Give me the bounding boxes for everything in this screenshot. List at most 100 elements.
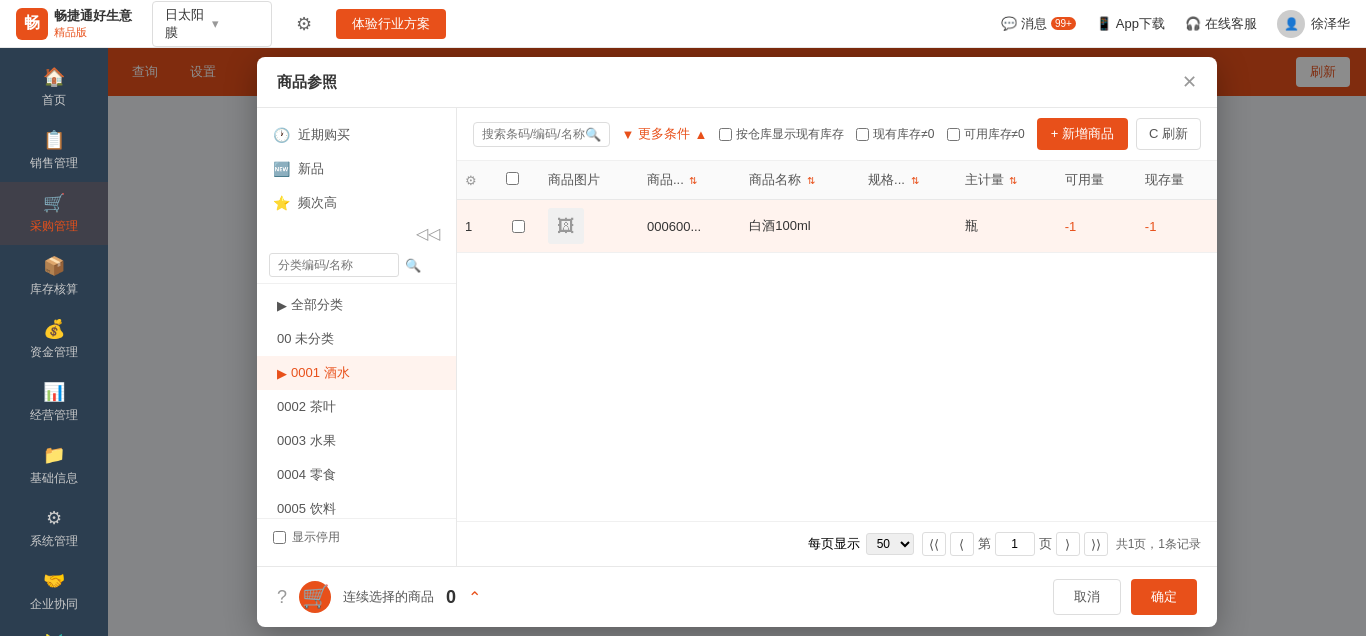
col-spec[interactable]: 规格... ⇅ — [860, 161, 957, 200]
sidebar-item-sales[interactable]: 📋 销售管理 — [0, 119, 108, 182]
checkbox-warehouse-stock[interactable]: 按仓库显示现有库存 — [719, 126, 844, 143]
sidebar-item-label-inventory: 库存核算 — [30, 281, 78, 298]
message-badge: 99+ — [1051, 17, 1076, 30]
sales-icon: 📋 — [43, 129, 65, 151]
sidebar-item-label-collab: 企业协同 — [30, 596, 78, 613]
prev-page-button[interactable]: ⟨ — [950, 532, 974, 556]
sort-code-icon[interactable]: ⇅ — [689, 175, 697, 186]
try-industry-button[interactable]: 体验行业方案 — [336, 9, 446, 39]
product-search-icon[interactable]: 🔍 — [585, 127, 601, 142]
navbar: 畅 畅捷通好生意 精品版 日太阳膜 ▾ ⚙ 体验行业方案 💬 消息 99+ 📱 … — [0, 0, 1366, 48]
customer-service-button[interactable]: 🎧 在线客服 — [1185, 15, 1257, 33]
category-label-00: 00 未分类 — [277, 331, 334, 346]
sidebar-item-basic-info[interactable]: 📁 基础信息 — [0, 434, 108, 497]
app-download-button[interactable]: 📱 App下载 — [1096, 15, 1165, 33]
category-label-0003: 0003 水果 — [277, 433, 336, 448]
select-all-checkbox[interactable] — [506, 172, 519, 185]
sidebar-item-home[interactable]: 🏠 首页 — [0, 56, 108, 119]
user-area[interactable]: 👤 徐泽华 — [1277, 10, 1350, 38]
category-item-0005[interactable]: 0005 饮料 — [257, 492, 456, 518]
sort-unit-icon[interactable]: ⇅ — [1009, 175, 1017, 186]
logo-text-wrap: 畅捷通好生意 精品版 — [54, 7, 132, 40]
sidebar-item-finance[interactable]: 💰 资金管理 — [0, 308, 108, 371]
footer-collapse-icon[interactable]: ⌃ — [468, 588, 481, 607]
dialog-title: 商品参照 — [277, 73, 337, 92]
confirm-button[interactable]: 确定 — [1131, 579, 1197, 615]
sidebar-item-guide[interactable]: 🔰 新手引导 — [0, 623, 108, 636]
finance-icon: 💰 — [43, 318, 65, 340]
frequent-menu-item[interactable]: ⭐ 频次高 — [257, 186, 456, 220]
category-item-0004[interactable]: 0004 零食 — [257, 458, 456, 492]
last-page-button[interactable]: ⟩⟩ — [1084, 532, 1108, 556]
logo-text: 畅捷通好生意 — [54, 7, 132, 25]
app-label: App下载 — [1116, 15, 1165, 33]
col-code[interactable]: 商品... ⇅ — [639, 161, 741, 200]
show-disabled-label: 显示停用 — [292, 529, 340, 546]
gear-icon[interactable]: ⚙ — [288, 8, 320, 40]
category-item-0001[interactable]: ▶ 0001 酒水 — [257, 356, 456, 390]
category-label-0005: 0005 饮料 — [277, 501, 336, 516]
expand-0001-icon: ▶ — [277, 366, 287, 381]
all-category-item[interactable]: ▶ 全部分类 — [257, 288, 456, 322]
per-page-dropdown[interactable]: 50 — [866, 533, 914, 555]
sidebar-item-system[interactable]: ⚙ 系统管理 — [0, 497, 108, 560]
page-label: 第 — [978, 535, 991, 553]
row-checkbox[interactable] — [512, 220, 525, 233]
footer-buttons: 取消 确定 — [1053, 579, 1197, 615]
table-settings-icon[interactable]: ⚙ — [465, 173, 477, 188]
left-panel: 🕐 近期购买 🆕 新品 ⭐ 频次高 ◁◁ — [257, 108, 457, 566]
cart-icon[interactable]: 🛒 — [299, 581, 331, 613]
inventory-icon: 📦 — [43, 255, 65, 277]
add-product-button[interactable]: + 新增商品 — [1037, 118, 1128, 150]
more-filter-button[interactable]: ▼ 更多条件 ▲ — [622, 125, 708, 143]
help-icon[interactable]: ? — [277, 587, 287, 608]
logo: 畅 畅捷通好生意 精品版 — [16, 7, 132, 40]
sidebar-item-purchase[interactable]: 🛒 采购管理 — [0, 182, 108, 245]
checkbox-current-label: 现有库存≠0 — [873, 126, 934, 143]
product-search-input[interactable] — [482, 127, 585, 141]
sort-spec-icon[interactable]: ⇅ — [911, 175, 919, 186]
next-page-button[interactable]: ⟩ — [1056, 532, 1080, 556]
frequent-label: 频次高 — [298, 194, 337, 212]
row-unit: 瓶 — [957, 200, 1057, 253]
company-dropdown[interactable]: 日太阳膜 ▾ — [152, 1, 272, 47]
show-disabled-checkbox[interactable] — [273, 531, 286, 544]
purchase-icon: 🛒 — [43, 192, 65, 214]
message-button[interactable]: 💬 消息 99+ — [1001, 15, 1076, 33]
clock-icon: 🕐 — [273, 127, 290, 143]
product-thumbnail: 🖼 — [548, 208, 584, 244]
sidebar-item-inventory[interactable]: 📦 库存核算 — [0, 245, 108, 308]
table-row[interactable]: 1 🖼 000600... 白酒100ml — [457, 200, 1217, 253]
row-img: 🖼 — [540, 200, 639, 253]
toolbar-right: + 新增商品 C 刷新 — [1037, 118, 1201, 150]
category-search-input[interactable] — [269, 253, 399, 277]
dialog-close-button[interactable]: ✕ — [1182, 71, 1197, 93]
recent-purchase-menu-item[interactable]: 🕐 近期购买 — [257, 118, 456, 152]
page-input[interactable] — [995, 532, 1035, 556]
user-name: 徐泽华 — [1311, 15, 1350, 33]
category-item-0002[interactable]: 0002 茶叶 — [257, 390, 456, 424]
row-stock: -1 — [1137, 200, 1217, 253]
col-settings[interactable]: ⚙ — [457, 161, 498, 200]
message-icon: 💬 — [1001, 16, 1017, 31]
sort-name-icon[interactable]: ⇅ — [807, 175, 815, 186]
checkbox-available-stock[interactable]: 可用库存≠0 — [947, 126, 1025, 143]
checkbox-current-stock[interactable]: 现有库存≠0 — [856, 126, 934, 143]
new-product-menu-item[interactable]: 🆕 新品 — [257, 152, 456, 186]
category-item-00[interactable]: 00 未分类 — [257, 322, 456, 356]
row-check — [498, 200, 540, 253]
sidebar-item-collab[interactable]: 🤝 企业协同 — [0, 560, 108, 623]
col-name[interactable]: 商品名称 ⇅ — [741, 161, 860, 200]
message-label: 消息 — [1021, 15, 1047, 33]
cancel-button[interactable]: 取消 — [1053, 579, 1121, 615]
first-page-button[interactable]: ⟨⟨ — [922, 532, 946, 556]
category-search-icon[interactable]: 🔍 — [405, 258, 421, 273]
sidebar-item-business[interactable]: 📊 经营管理 — [0, 371, 108, 434]
col-unit[interactable]: 主计量 ⇅ — [957, 161, 1057, 200]
collapse-button[interactable]: ◁◁ — [273, 224, 440, 243]
category-item-0003[interactable]: 0003 水果 — [257, 424, 456, 458]
row-idx: 1 — [457, 200, 498, 253]
expand-all-icon: ▶ — [277, 298, 287, 313]
sidebar: 🏠 首页 📋 销售管理 🛒 采购管理 📦 库存核算 💰 资金管理 📊 经营管理 … — [0, 48, 108, 636]
refresh-table-button[interactable]: C 刷新 — [1136, 118, 1201, 150]
